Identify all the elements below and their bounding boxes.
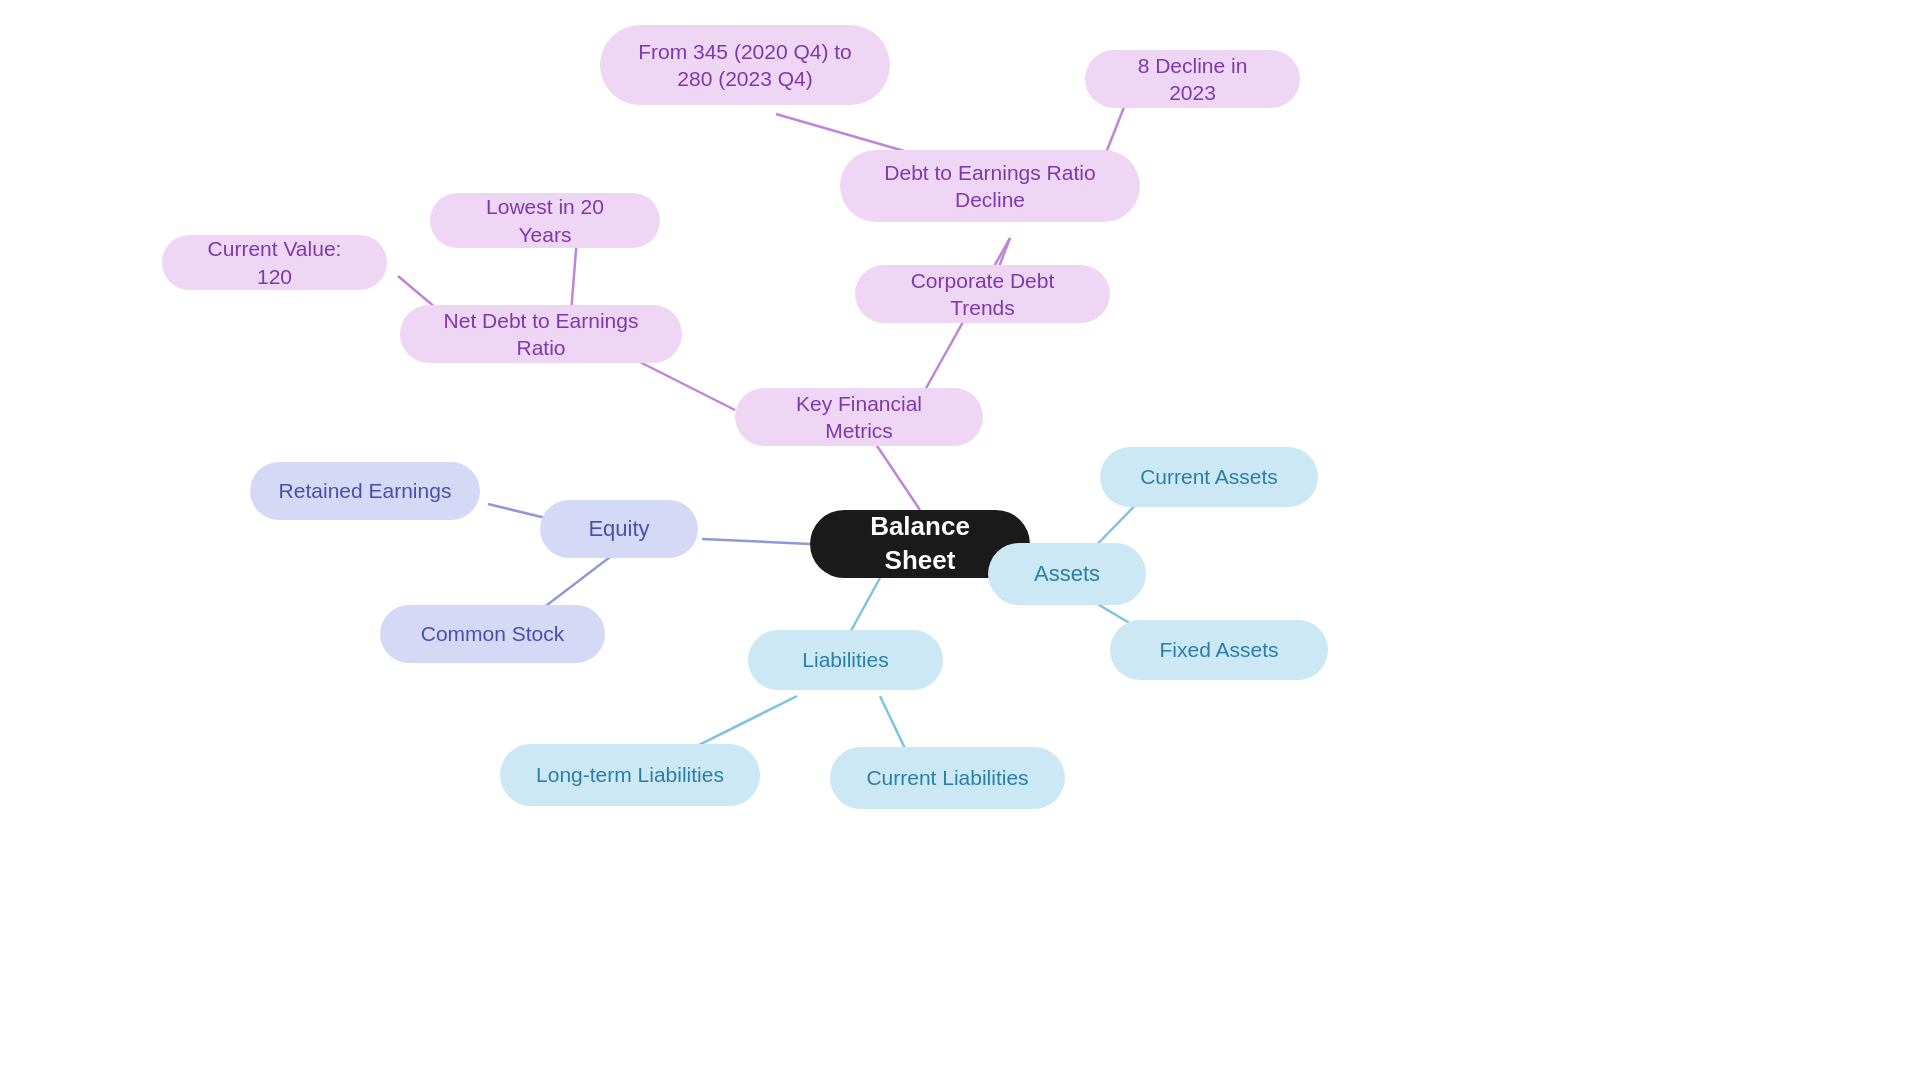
lowest-20-years-node[interactable]: Lowest in 20 Years — [430, 193, 660, 248]
from-345-to-280-node[interactable]: From 345 (2020 Q4) to 280 (2023 Q4) — [600, 25, 890, 105]
long-term-liabilities-node[interactable]: Long-term Liabilities — [500, 744, 760, 806]
equity-node[interactable]: Equity — [540, 500, 698, 558]
svg-line-14 — [847, 578, 880, 638]
fixed-assets-node[interactable]: Fixed Assets — [1110, 620, 1328, 680]
mind-map: Balance Sheet Key Financial Metrics Net … — [0, 0, 1920, 1083]
common-stock-node[interactable]: Common Stock — [380, 605, 605, 663]
current-value-node[interactable]: Current Value: 120 — [162, 235, 387, 290]
net-debt-ratio-node[interactable]: Net Debt to Earnings Ratio — [400, 305, 682, 363]
liabilities-node[interactable]: Liabilities — [748, 630, 943, 690]
key-financial-metrics-node[interactable]: Key Financial Metrics — [735, 388, 983, 446]
current-assets-node[interactable]: Current Assets — [1100, 447, 1318, 507]
debt-earnings-decline-node[interactable]: Debt to Earnings Ratio Decline — [840, 150, 1140, 222]
retained-earnings-node[interactable]: Retained Earnings — [250, 462, 480, 520]
current-liabilities-node[interactable]: Current Liabilities — [830, 747, 1065, 809]
assets-node[interactable]: Assets — [988, 543, 1146, 605]
corporate-debt-node[interactable]: Corporate Debt Trends — [855, 265, 1110, 323]
eight-decline-node[interactable]: 8 Decline in 2023 — [1085, 50, 1300, 108]
svg-line-8 — [702, 539, 810, 544]
